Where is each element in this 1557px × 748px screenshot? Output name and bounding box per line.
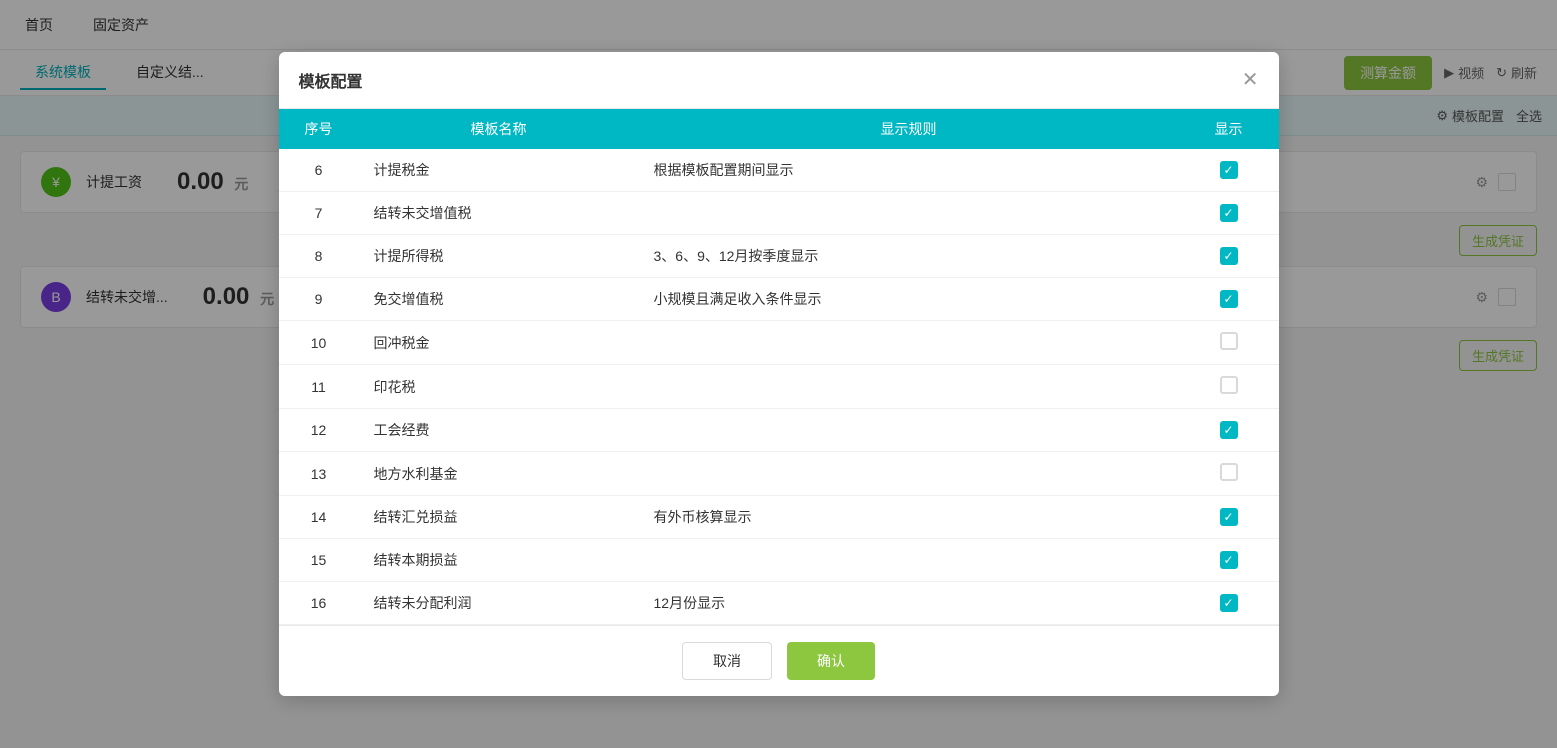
cell-checkbox xyxy=(1179,409,1279,452)
cell-seq: 14 xyxy=(279,496,359,539)
table-row: 12工会经费 xyxy=(279,409,1279,452)
cell-checkbox xyxy=(1179,192,1279,235)
cell-seq: 9 xyxy=(279,278,359,321)
cell-rule: 3、6、9、12月按季度显示 xyxy=(639,235,1179,278)
cell-name: 计提税金 xyxy=(359,149,639,192)
checkbox-6[interactable] xyxy=(1220,161,1238,179)
modal-title: 模板配置 xyxy=(299,68,363,92)
cell-rule: 有外币核算显示 xyxy=(639,496,1179,539)
table-row: 10回冲税金 xyxy=(279,321,1279,365)
cancel-button[interactable]: 取消 xyxy=(682,642,772,680)
cell-name: 结转未交增值税 xyxy=(359,192,639,235)
table-row: 8计提所得税3、6、9、12月按季度显示 xyxy=(279,235,1279,278)
col-header-rule: 显示规则 xyxy=(639,109,1179,149)
cell-name: 地方水利基金 xyxy=(359,452,639,496)
cell-name: 结转汇兑损益 xyxy=(359,496,639,539)
table-row: 14结转汇兑损益有外币核算显示 xyxy=(279,496,1279,539)
modal-close-button[interactable]: ✕ xyxy=(1242,70,1259,90)
cell-seq: 15 xyxy=(279,539,359,582)
table-row: 16结转未分配利润12月份显示 xyxy=(279,582,1279,625)
col-header-show: 显示 xyxy=(1179,109,1279,149)
col-header-seq: 序号 xyxy=(279,109,359,149)
table-row: 7结转未交增值税 xyxy=(279,192,1279,235)
checkbox-14[interactable] xyxy=(1220,508,1238,526)
cell-rule xyxy=(639,365,1179,409)
cell-seq: 6 xyxy=(279,149,359,192)
checkbox-16[interactable] xyxy=(1220,594,1238,612)
cell-checkbox xyxy=(1179,496,1279,539)
cell-seq: 16 xyxy=(279,582,359,625)
cell-checkbox xyxy=(1179,149,1279,192)
cell-seq: 8 xyxy=(279,235,359,278)
modal-body: 序号 模板名称 显示规则 显示 6计提税金根据模板配置期间显示7结转未交增值税8… xyxy=(279,109,1279,625)
cell-seq: 13 xyxy=(279,452,359,496)
cell-checkbox xyxy=(1179,539,1279,582)
cell-seq: 7 xyxy=(279,192,359,235)
cell-rule xyxy=(639,321,1179,365)
cell-rule: 根据模板配置期间显示 xyxy=(639,149,1179,192)
confirm-button[interactable]: 确认 xyxy=(787,642,875,680)
checkbox-11[interactable] xyxy=(1220,376,1238,394)
cell-name: 印花税 xyxy=(359,365,639,409)
table-row: 15结转本期损益 xyxy=(279,539,1279,582)
checkbox-13[interactable] xyxy=(1220,463,1238,481)
cell-name: 结转本期损益 xyxy=(359,539,639,582)
table-header: 序号 模板名称 显示规则 显示 xyxy=(279,109,1279,149)
cell-rule xyxy=(639,409,1179,452)
cell-checkbox xyxy=(1179,235,1279,278)
cell-name: 结转未分配利润 xyxy=(359,582,639,625)
checkbox-7[interactable] xyxy=(1220,204,1238,222)
cell-name: 回冲税金 xyxy=(359,321,639,365)
cell-checkbox xyxy=(1179,321,1279,365)
table-row: 9免交增值税小规模且满足收入条件显示 xyxy=(279,278,1279,321)
cell-rule xyxy=(639,539,1179,582)
modal-header: 模板配置 ✕ xyxy=(279,52,1279,109)
cell-checkbox xyxy=(1179,278,1279,321)
cell-checkbox xyxy=(1179,452,1279,496)
checkbox-10[interactable] xyxy=(1220,332,1238,350)
modal-footer: 取消 确认 xyxy=(279,625,1279,696)
cell-checkbox xyxy=(1179,365,1279,409)
cell-rule xyxy=(639,452,1179,496)
template-config-modal: 模板配置 ✕ 序号 模板名称 显示规则 显示 6计提税金根据模板配置期间显示7结… xyxy=(279,52,1279,696)
config-table: 序号 模板名称 显示规则 显示 6计提税金根据模板配置期间显示7结转未交增值税8… xyxy=(279,109,1279,625)
cell-seq: 11 xyxy=(279,365,359,409)
cell-name: 工会经费 xyxy=(359,409,639,452)
table-row: 13地方水利基金 xyxy=(279,452,1279,496)
cell-seq: 12 xyxy=(279,409,359,452)
cell-name: 计提所得税 xyxy=(359,235,639,278)
cell-name: 免交增值税 xyxy=(359,278,639,321)
cell-rule: 小规模且满足收入条件显示 xyxy=(639,278,1179,321)
cell-seq: 10 xyxy=(279,321,359,365)
table-body: 6计提税金根据模板配置期间显示7结转未交增值税8计提所得税3、6、9、12月按季… xyxy=(279,149,1279,625)
checkbox-9[interactable] xyxy=(1220,290,1238,308)
checkbox-15[interactable] xyxy=(1220,551,1238,569)
checkbox-12[interactable] xyxy=(1220,421,1238,439)
checkbox-8[interactable] xyxy=(1220,247,1238,265)
cell-rule: 12月份显示 xyxy=(639,582,1179,625)
table-row: 11印花税 xyxy=(279,365,1279,409)
cell-checkbox xyxy=(1179,582,1279,625)
cell-rule xyxy=(639,192,1179,235)
modal-overlay: 模板配置 ✕ 序号 模板名称 显示规则 显示 6计提税金根据模板配置期间显示7结… xyxy=(0,0,1557,748)
table-row: 6计提税金根据模板配置期间显示 xyxy=(279,149,1279,192)
col-header-name: 模板名称 xyxy=(359,109,639,149)
